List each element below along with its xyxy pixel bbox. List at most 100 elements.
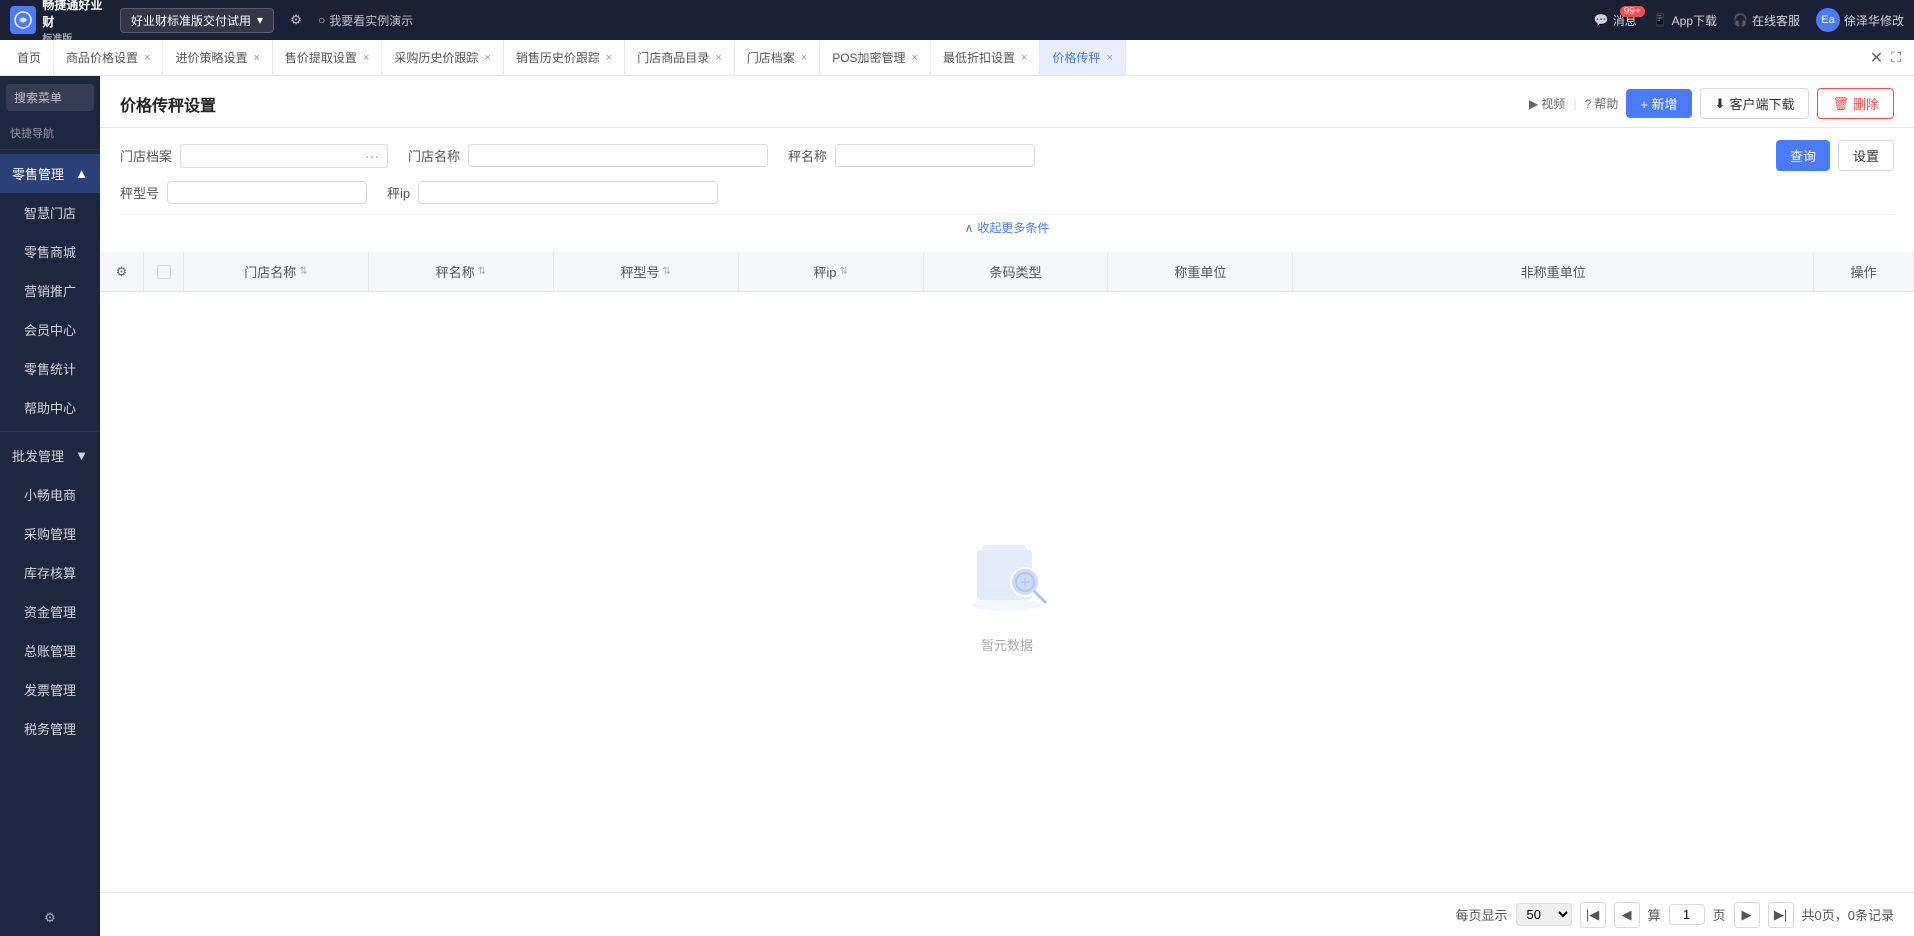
- tab-store-archive-close[interactable]: ×: [801, 52, 807, 64]
- tab-min-discount-close[interactable]: ×: [1021, 52, 1027, 64]
- version-selector[interactable]: 好业财标准版交付试用 ▾: [120, 8, 274, 33]
- tab-min-discount[interactable]: 最低折扣设置 ×: [931, 40, 1040, 76]
- sidebar-item-retail-mgmt[interactable]: 零售管理 ▲: [0, 154, 100, 193]
- filter-area: 门店档案 ··· 门店名称 秤名称: [100, 128, 1914, 252]
- sidebar-item-invoice-mgmt[interactable]: 发票管理: [0, 670, 100, 709]
- filter-scale-ip-input-wrap[interactable]: [418, 181, 718, 204]
- sidebar-item-wholesale-mgmt-label: 批发管理: [12, 446, 64, 465]
- select-all-checkbox[interactable]: [157, 265, 171, 279]
- tab-price-settings-close[interactable]: ×: [144, 52, 150, 64]
- headset-icon: 🎧: [1733, 13, 1748, 27]
- logo-icon: [10, 6, 36, 34]
- per-page-select[interactable]: 50 20 100: [1516, 903, 1572, 926]
- download-icon: ⬇: [1715, 96, 1726, 112]
- th-non-weight-unit[interactable]: 非称重单位: [1293, 252, 1814, 291]
- th-check[interactable]: [144, 252, 184, 291]
- sidebar-item-smart-store[interactable]: 智慧门店: [0, 193, 100, 232]
- sidebar-settings-btn[interactable]: ⚙: [0, 900, 100, 936]
- filter-scale-model-input[interactable]: [176, 185, 358, 200]
- tab-pos-encrypt[interactable]: POS加密管理 ×: [820, 40, 931, 76]
- demo-link-text: 我要看实例演示: [329, 12, 413, 29]
- sidebar-item-member-center[interactable]: 会员中心: [0, 310, 100, 349]
- filter-store-archive-input[interactable]: [189, 148, 365, 163]
- tab-price-scale[interactable]: 价格传秤 ×: [1040, 40, 1125, 76]
- filter-scale-name-input[interactable]: [844, 148, 1026, 163]
- tab-price-settings[interactable]: 商品价格设置 ×: [54, 40, 163, 76]
- th-scale-model[interactable]: 秤型号 ⇅: [554, 252, 739, 291]
- app-download-btn[interactable]: 📱 App下载: [1653, 12, 1717, 29]
- th-scale-name-label: 秤名称: [436, 262, 475, 281]
- table-settings-icon[interactable]: ⚙: [110, 260, 134, 284]
- tab-cost-strategy[interactable]: 进价策略设置 ×: [163, 40, 272, 76]
- sidebar-item-marketing[interactable]: 营销推广: [0, 271, 100, 310]
- tab-sales-history[interactable]: 销售历史价跟踪 ×: [504, 40, 625, 76]
- search-menu-btn[interactable]: 搜索菜单: [6, 84, 94, 111]
- version-settings-icon[interactable]: ⚙: [282, 6, 310, 34]
- delete-btn[interactable]: 🗑 删除: [1817, 88, 1894, 119]
- sidebar-item-retail-mall[interactable]: 零售商城: [0, 232, 100, 271]
- sidebar-item-xiaochang-ec[interactable]: 小畅电商: [0, 475, 100, 514]
- add-btn[interactable]: + 新增: [1626, 89, 1691, 118]
- th-scale-name[interactable]: 秤名称 ⇅: [369, 252, 554, 291]
- video-link[interactable]: ▶ 视频: [1529, 95, 1565, 112]
- setup-btn[interactable]: 设置: [1838, 140, 1894, 171]
- filter-scale-name-input-wrap[interactable]: [835, 144, 1035, 167]
- sidebar-item-tax-mgmt[interactable]: 税务管理: [0, 709, 100, 748]
- th-settings[interactable]: ⚙: [100, 252, 144, 291]
- sidebar-item-purchase-mgmt[interactable]: 采购管理: [0, 514, 100, 553]
- tab-store-catalog-close[interactable]: ×: [715, 52, 721, 64]
- sidebar-item-inventory-label: 库存核算: [24, 563, 76, 582]
- page-input[interactable]: [1669, 904, 1705, 925]
- last-page-btn[interactable]: ▶|: [1768, 902, 1794, 928]
- th-scale-model-label: 秤型号: [621, 262, 660, 281]
- filter-store-name-input-wrap[interactable]: [468, 144, 768, 167]
- query-btn[interactable]: 查询: [1776, 140, 1830, 171]
- th-store-name[interactable]: 门店名称 ⇅: [184, 252, 369, 291]
- filter-scale-ip-input[interactable]: [427, 185, 709, 200]
- tab-sale-extract[interactable]: 售价提取设置 ×: [273, 40, 382, 76]
- demo-link[interactable]: ○ 我要看实例演示: [318, 12, 413, 29]
- ellipsis-icon[interactable]: ···: [365, 148, 379, 164]
- tab-close-all-btn[interactable]: ✕: [1870, 48, 1883, 68]
- sidebar-item-help-center[interactable]: 帮助中心: [0, 388, 100, 427]
- table-header: ⚙ 门店名称 ⇅ 秤名称 ⇅ 秤型号 ⇅ 秤ip: [100, 252, 1914, 292]
- tab-price-scale-close[interactable]: ×: [1106, 52, 1112, 64]
- prev-page-btn[interactable]: ◀: [1614, 902, 1640, 928]
- delete-btn-label: 删除: [1853, 94, 1879, 113]
- th-barcode-type[interactable]: 条码类型: [924, 252, 1109, 291]
- th-scale-ip[interactable]: 秤ip ⇅: [739, 252, 924, 291]
- help-link[interactable]: ? 帮助: [1585, 95, 1619, 112]
- filter-store-archive-input-wrap[interactable]: ···: [180, 144, 388, 168]
- tab-store-archive[interactable]: 门店档案 ×: [735, 40, 820, 76]
- tab-cost-strategy-close[interactable]: ×: [253, 52, 259, 64]
- tab-sale-extract-close[interactable]: ×: [363, 52, 369, 64]
- download-btn[interactable]: ⬇ 客户端下载: [1700, 88, 1810, 119]
- next-page-btn[interactable]: ▶: [1734, 902, 1760, 928]
- filter-store-name-input[interactable]: [477, 148, 759, 163]
- tab-store-catalog[interactable]: 门店商品目录 ×: [625, 40, 734, 76]
- online-service-btn[interactable]: 🎧 在线客服: [1733, 12, 1800, 29]
- phone-icon: 📱: [1653, 13, 1668, 27]
- sidebar-item-inventory[interactable]: 库存核算: [0, 553, 100, 592]
- tab-store-catalog-label: 门店商品目录: [637, 49, 709, 66]
- tab-home-label: 首页: [17, 49, 41, 66]
- filter-collapse-btn[interactable]: ∧ 收起更多条件: [120, 214, 1894, 240]
- user-menu[interactable]: Ea 徐泽华修改: [1816, 8, 1904, 32]
- pagination: 每页显示 50 20 100 |◀ ◀ 算 页 ▶ ▶| 共0页，0条记录: [100, 892, 1914, 936]
- tab-home[interactable]: 首页: [5, 40, 54, 76]
- video-icon: ▶: [1529, 97, 1538, 111]
- th-weight-unit[interactable]: 称重单位: [1108, 252, 1293, 291]
- sidebar-item-retail-stats[interactable]: 零售统计: [0, 349, 100, 388]
- chevron-up-icon: ▲: [75, 166, 88, 181]
- sidebar-item-general-ledger[interactable]: 总账管理: [0, 631, 100, 670]
- sidebar-item-wholesale-mgmt[interactable]: 批发管理 ▼: [0, 436, 100, 475]
- tab-expand-btn[interactable]: ⛶: [1891, 49, 1901, 66]
- tab-purchase-history-close[interactable]: ×: [484, 52, 490, 64]
- first-page-btn[interactable]: |◀: [1580, 902, 1606, 928]
- tab-purchase-history[interactable]: 采购历史价跟踪 ×: [382, 40, 503, 76]
- tab-pos-encrypt-close[interactable]: ×: [912, 52, 918, 64]
- sidebar-item-fund-mgmt[interactable]: 资金管理: [0, 592, 100, 631]
- filter-scale-model-input-wrap[interactable]: [167, 181, 367, 204]
- message-btn[interactable]: 💬 消息 99+: [1594, 12, 1637, 29]
- tab-sales-history-close[interactable]: ×: [606, 52, 612, 64]
